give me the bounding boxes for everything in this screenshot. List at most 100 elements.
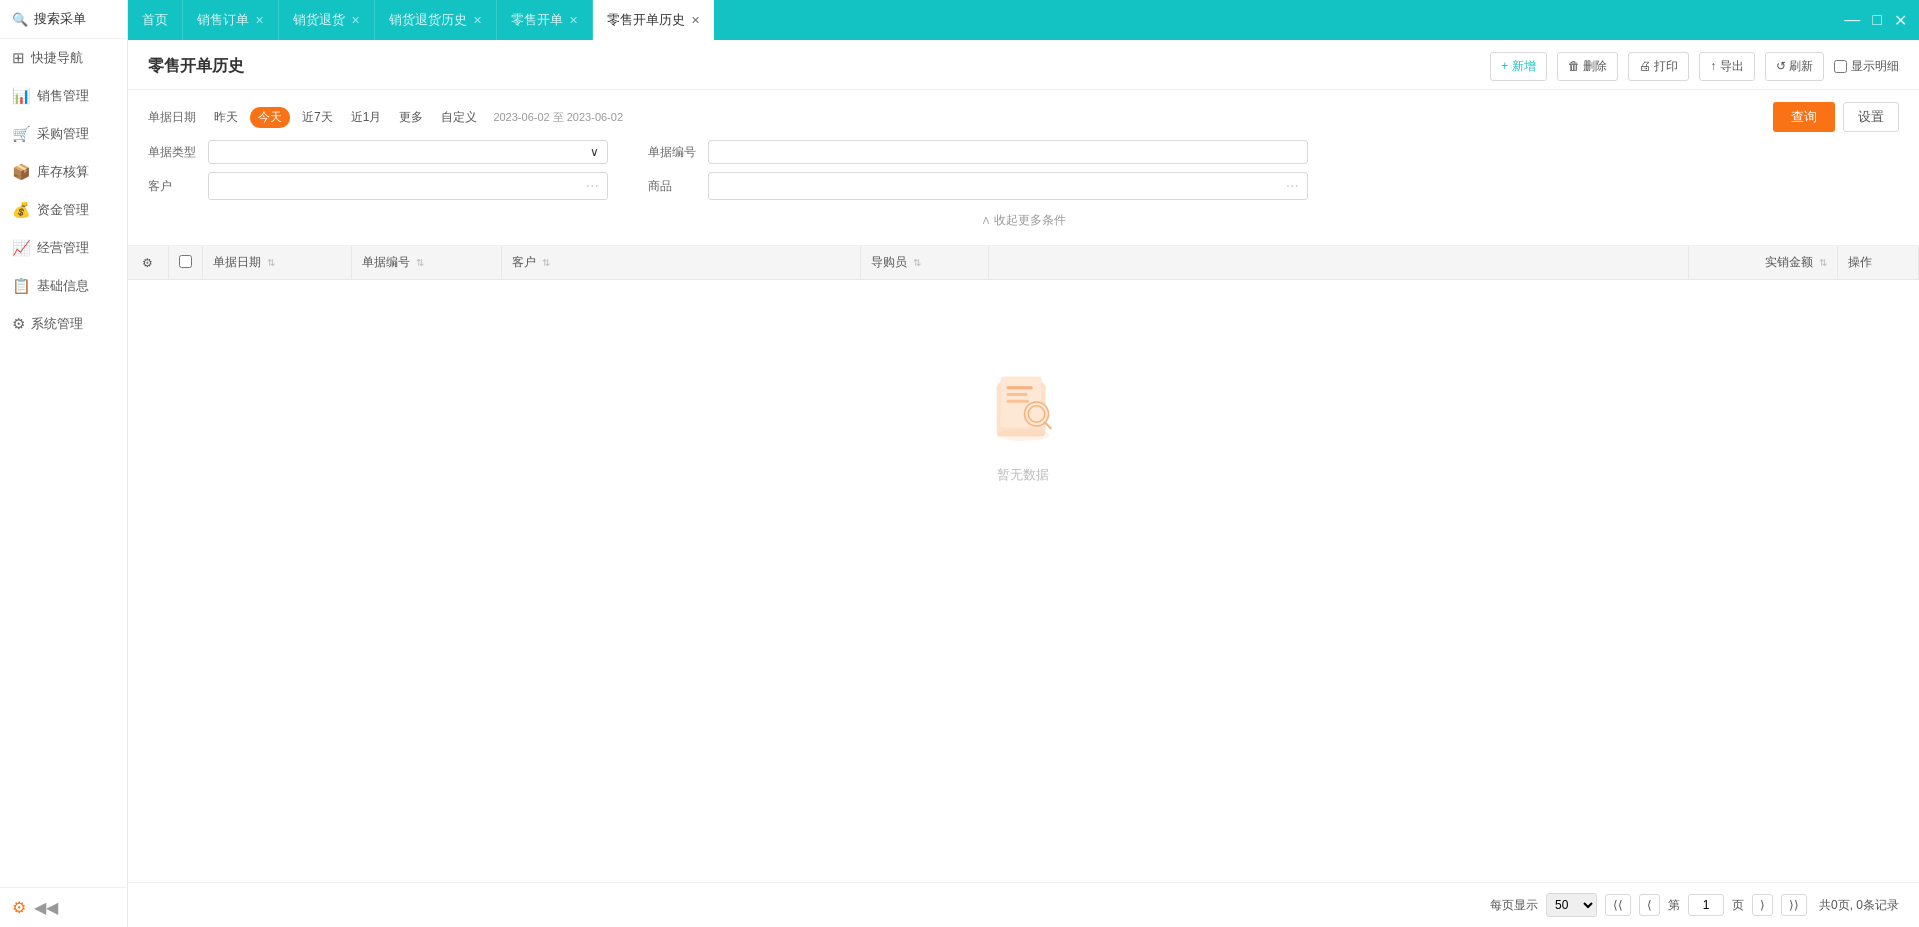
close-button[interactable]: ✕	[1894, 11, 1907, 30]
date-options: 昨天 今天 近7天 近1月 更多 自定义 2023-06-02 至 2023-0…	[208, 107, 623, 128]
delete-button[interactable]: 🗑 删除	[1557, 52, 1618, 81]
sidebar-item-inventory[interactable]: 📦 库存核算	[0, 153, 127, 191]
filter-area: 单据日期 昨天 今天 近7天 近1月 更多 自定义 2023-06-02 至 2…	[128, 90, 1919, 246]
page-number-input[interactable]	[1688, 894, 1724, 916]
last-page-btn[interactable]: ⟩⟩	[1781, 894, 1807, 916]
goods-label: 商品	[648, 178, 708, 195]
date-btn-more[interactable]: 更多	[393, 107, 429, 128]
date-btn-today[interactable]: 今天	[250, 107, 290, 128]
window-controls: — □ ✕	[1844, 11, 1919, 30]
collapse-more-btn[interactable]: ∧ 收起更多条件	[148, 208, 1899, 233]
sidebar-item-quick-nav[interactable]: ⊞ 快捷导航	[0, 39, 127, 77]
operations-icon: 📈	[12, 239, 31, 257]
export-button[interactable]: ↑ 导出	[1699, 52, 1754, 81]
sidebar-item-label: 资金管理	[37, 201, 89, 219]
tab-retail-open-history-label: 零售开单历史	[607, 11, 685, 29]
filter-row-date: 单据日期 昨天 今天 近7天 近1月 更多 自定义 2023-06-02 至 2…	[148, 102, 1899, 132]
sidebar-item-finance[interactable]: 💰 资金管理	[0, 191, 127, 229]
tab-sales-return-history-label: 销货退货历史	[389, 11, 467, 29]
display-details-text: 显示明细	[1851, 58, 1899, 75]
sidebar-search-label: 搜索采单	[34, 10, 86, 28]
refresh-button[interactable]: ↺ 刷新	[1765, 52, 1824, 81]
sidebar-item-sys-mgmt[interactable]: ⚙ 系统管理	[0, 305, 127, 343]
th-salesperson[interactable]: 导购员 ⇅	[860, 246, 988, 280]
page-suffix: 页	[1732, 897, 1744, 914]
sidebar-item-operations[interactable]: 📈 经营管理	[0, 229, 127, 267]
select-all-checkbox[interactable]	[179, 255, 192, 268]
page-header: 零售开单历史 + 新增 🗑 删除 🖨 打印 ↑ 导出 ↺ 刷新 显示明细	[128, 40, 1919, 90]
customer-select[interactable]: ···	[208, 172, 608, 200]
sidebar-search[interactable]: 🔍 搜索采单	[0, 0, 127, 39]
tab-retail-open-close[interactable]: ✕	[569, 14, 578, 27]
add-button[interactable]: + 新增	[1490, 52, 1546, 81]
goods-dots: ···	[1286, 177, 1299, 195]
setting-button[interactable]: 设置	[1843, 102, 1899, 132]
empty-text: 暂无数据	[997, 466, 1049, 484]
filter-row-customer: 客户 ··· 商品 ···	[148, 172, 1899, 200]
date-btn-1month[interactable]: 近1月	[345, 107, 388, 128]
svg-rect-3	[1007, 386, 1033, 389]
th-action: 操作	[1838, 246, 1919, 280]
collapse-more-label: ∧ 收起更多条件	[981, 212, 1066, 229]
query-button[interactable]: 查询	[1773, 102, 1835, 132]
order-num-input[interactable]	[708, 140, 1308, 164]
tab-sales-return-history-close[interactable]: ✕	[473, 14, 482, 27]
toolbar: + 新增 🗑 删除 🖨 打印 ↑ 导出 ↺ 刷新 显示明细	[1490, 52, 1899, 81]
tab-sales-return[interactable]: 销货退货 ✕	[279, 0, 375, 40]
order-num-label: 单据编号	[648, 144, 708, 161]
sidebar-bottom: ⚙ ◀◀	[0, 887, 127, 927]
per-page-label: 每页显示	[1490, 897, 1538, 914]
cart-icon: 🛒	[12, 125, 31, 143]
tab-sales-order[interactable]: 销售订单 ✕	[183, 0, 279, 40]
page-title: 零售开单历史	[148, 56, 244, 77]
type-select-arrow: ∨	[590, 145, 599, 159]
table-area: ⚙ 单据日期 ⇅ 单据编号 ⇅ 客户	[128, 246, 1919, 882]
first-page-btn[interactable]: ⟨⟨	[1605, 894, 1631, 916]
tab-home[interactable]: 首页	[128, 0, 183, 40]
date-btn-yesterday[interactable]: 昨天	[208, 107, 244, 128]
tab-sales-order-close[interactable]: ✕	[255, 14, 264, 27]
th-customer[interactable]: 客户 ⇅	[501, 246, 860, 280]
sidebar-item-label: 采购管理	[37, 125, 89, 143]
table-header-row: ⚙ 单据日期 ⇅ 单据编号 ⇅ 客户	[128, 246, 1919, 280]
tab-bar: 首页 销售订单 ✕ 销货退货 ✕ 销货退货历史 ✕ 零售开单 ✕ 零售开单历史 …	[128, 0, 1919, 40]
goods-select[interactable]: ···	[708, 172, 1308, 200]
sidebar: 🔍 搜索采单 ⊞ 快捷导航 📊 销售管理 🛒 采购管理 📦 库存核算 💰 资金管…	[0, 0, 128, 927]
pagination: 每页显示 50 20 100 ⟨⟨ ⟨ 第 页 ⟩ ⟩⟩ 共0页, 0条记录	[128, 882, 1919, 927]
type-select[interactable]: ∨	[208, 140, 608, 164]
sidebar-item-label: 经营管理	[37, 239, 89, 257]
settings-button[interactable]: ⚙	[12, 898, 26, 917]
tab-sales-return-history[interactable]: 销货退货历史 ✕	[375, 0, 497, 40]
display-details-checkbox[interactable]	[1834, 60, 1847, 73]
print-button[interactable]: 🖨 打印	[1628, 52, 1689, 81]
display-details-label: 显示明细	[1834, 58, 1899, 75]
tab-sales-return-label: 销货退货	[293, 11, 345, 29]
money-icon: 💰	[12, 201, 31, 219]
per-page-select[interactable]: 50 20 100	[1546, 893, 1597, 917]
collapse-sidebar-button[interactable]: ◀◀	[34, 898, 58, 917]
tab-sales-return-close[interactable]: ✕	[351, 14, 360, 27]
chart-icon: 📊	[12, 87, 31, 105]
filter-row-type: 单据类型 ∨ 单据编号	[148, 140, 1899, 164]
tab-retail-open-history-close[interactable]: ✕	[691, 14, 700, 27]
next-page-btn[interactable]: ⟩	[1752, 894, 1773, 916]
tab-retail-open-history[interactable]: 零售开单历史 ✕	[593, 0, 714, 40]
date-btn-custom[interactable]: 自定义	[435, 107, 483, 128]
sidebar-item-purchase-mgmt[interactable]: 🛒 采购管理	[0, 115, 127, 153]
svg-line-8	[1045, 422, 1051, 428]
page-label: 第	[1668, 897, 1680, 914]
tab-retail-open[interactable]: 零售开单 ✕	[497, 0, 593, 40]
sidebar-item-sales-mgmt[interactable]: 📊 销售管理	[0, 77, 127, 115]
minimize-button[interactable]: —	[1844, 11, 1860, 29]
sidebar-item-basic-info[interactable]: 📋 基础信息	[0, 267, 127, 305]
gear-icon: ⚙	[12, 315, 25, 333]
th-settings[interactable]: ⚙	[128, 246, 168, 280]
prev-page-btn[interactable]: ⟨	[1639, 894, 1660, 916]
th-order-no[interactable]: 单据编号 ⇅	[352, 246, 502, 280]
maximize-button[interactable]: □	[1872, 11, 1882, 29]
empty-state-row: 暂无数据	[128, 280, 1919, 565]
th-amount[interactable]: 实销金额 ⇅	[1688, 246, 1838, 280]
th-date[interactable]: 单据日期 ⇅	[202, 246, 352, 280]
date-btn-7days[interactable]: 近7天	[296, 107, 339, 128]
sidebar-item-label: 快捷导航	[31, 49, 83, 67]
